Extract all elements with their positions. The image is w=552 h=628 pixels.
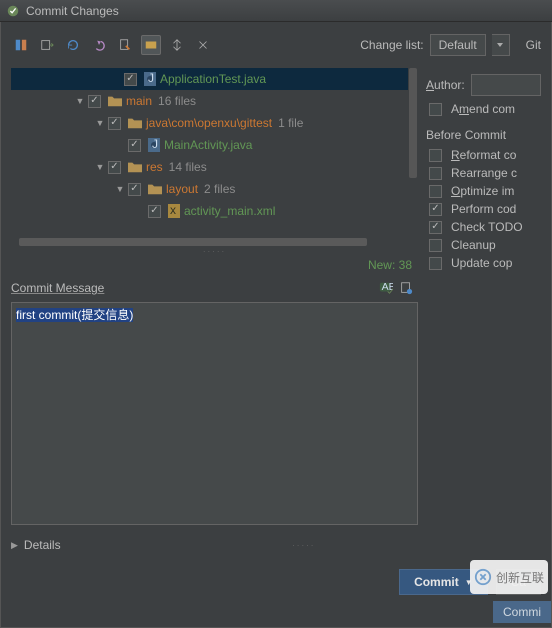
spellcheck-icon[interactable]: ABC: [376, 278, 396, 298]
row-count: 14 files: [169, 160, 207, 174]
commit-message-input[interactable]: first commit(提交信息): [11, 302, 418, 525]
before-commit-label: Before Commit: [426, 128, 541, 142]
row-count: 16 files: [158, 94, 196, 108]
row-name: MainActivity.java: [164, 138, 252, 152]
history-icon[interactable]: [396, 278, 416, 298]
changelist-combo-arrow[interactable]: [492, 34, 510, 56]
tree-row[interactable]: ▼res14 files: [11, 156, 418, 178]
author-input[interactable]: [471, 74, 541, 96]
dialog-body: Change list: Default Git J ApplicationTes…: [0, 22, 552, 628]
option-label: Optimize im: [451, 184, 514, 198]
tree-row[interactable]: x activity_main.xml: [11, 200, 418, 222]
option-checkbox[interactable]: [429, 167, 442, 180]
tree-row[interactable]: J ApplicationTest.java: [11, 68, 418, 90]
vcs-label: Git: [526, 38, 541, 52]
amend-checkbox[interactable]: [429, 103, 442, 116]
option-checkbox[interactable]: [429, 149, 442, 162]
option-label: Perform cod: [451, 202, 516, 216]
right-panel: Author: Amend com Before Commit Reformat…: [426, 68, 541, 525]
tree-row[interactable]: ▼java\com\openxu\gittest1 file: [11, 112, 418, 134]
svg-text:J: J: [152, 138, 158, 151]
row-count: 1 file: [278, 116, 303, 130]
option-label: Rearrange c: [451, 166, 517, 180]
splitter-handle[interactable]: ·····: [11, 246, 418, 256]
window-title: Commit Changes: [26, 4, 119, 18]
option-checkbox[interactable]: [429, 239, 442, 252]
commit-secondary-button[interactable]: Commi: [493, 601, 551, 623]
option-checkbox[interactable]: [429, 257, 442, 270]
collapse-all-icon[interactable]: [193, 35, 213, 55]
option-label: Check TODO: [451, 220, 523, 234]
tree-scrollbar[interactable]: [408, 68, 418, 246]
app-icon: [6, 4, 20, 18]
row-checkbox[interactable]: [128, 183, 141, 196]
row-name: layout: [166, 182, 198, 196]
option-label: Cleanup: [451, 238, 496, 252]
toolbar: Change list: Default Git: [11, 30, 541, 60]
author-label: Author:: [426, 78, 465, 92]
row-checkbox[interactable]: [128, 139, 141, 152]
row-checkbox[interactable]: [108, 161, 121, 174]
changelist-label: Change list:: [360, 38, 423, 52]
row-checkbox[interactable]: [88, 95, 101, 108]
option-checkbox[interactable]: [429, 185, 442, 198]
row-checkbox[interactable]: [124, 73, 137, 86]
new-files-count: New: 38: [368, 258, 412, 272]
option-label: Reformat co: [451, 148, 516, 162]
commit-message-label: Commit Message: [11, 281, 104, 295]
watermark-logo: 创新互联: [470, 560, 548, 594]
amend-label: Amend com: [451, 102, 515, 116]
option-label: Update cop: [451, 256, 512, 270]
details-expand-icon[interactable]: ▶: [11, 540, 18, 551]
option-checkbox[interactable]: [429, 221, 442, 234]
row-name: res: [146, 160, 163, 174]
tree-row[interactable]: J MainActivity.java: [11, 134, 418, 156]
revert-icon[interactable]: [89, 35, 109, 55]
show-diff-icon[interactable]: [11, 35, 31, 55]
status-row: New: 38: [11, 256, 418, 276]
row-name: activity_main.xml: [184, 204, 275, 218]
move-to-changelist-icon[interactable]: [37, 35, 57, 55]
refresh-icon[interactable]: [63, 35, 83, 55]
svg-text:x: x: [170, 204, 176, 217]
row-checkbox[interactable]: [148, 205, 161, 218]
svg-text:J: J: [148, 72, 154, 85]
titlebar: Commit Changes: [0, 0, 552, 22]
changes-tree[interactable]: JApplicationTest.java▼main16 files▼java\…: [11, 68, 418, 246]
details-label[interactable]: Details: [24, 538, 61, 552]
row-name: java\com\openxu\gittest: [146, 116, 272, 130]
row-name: main: [126, 94, 152, 108]
splitter-dots[interactable]: ·····: [292, 541, 315, 550]
group-by-directory-icon[interactable]: [141, 35, 161, 55]
changelist-combo[interactable]: Default: [430, 34, 486, 56]
option-checkbox[interactable]: [429, 203, 442, 216]
tree-row[interactable]: ▼layout2 files: [11, 178, 418, 200]
row-checkbox[interactable]: [108, 117, 121, 130]
row-count: 2 files: [204, 182, 235, 196]
tree-row[interactable]: ▼main16 files: [11, 90, 418, 112]
expand-all-icon[interactable]: [167, 35, 187, 55]
row-name: ApplicationTest.java: [160, 72, 266, 86]
edit-source-icon[interactable]: [115, 35, 135, 55]
